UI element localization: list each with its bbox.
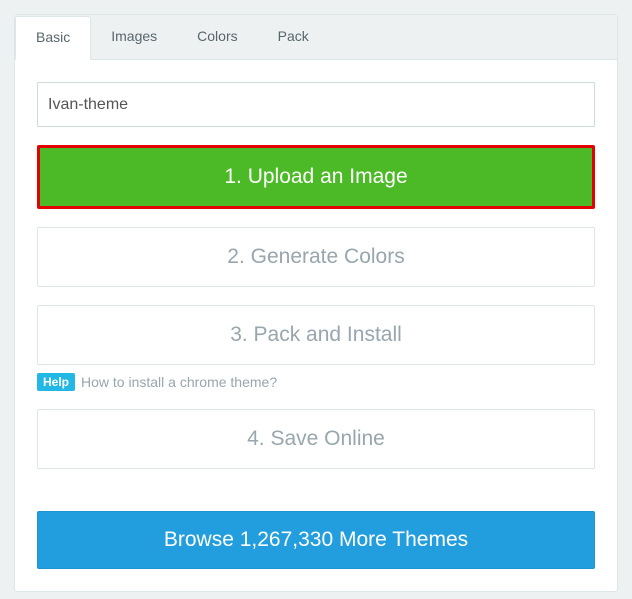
help-badge[interactable]: Help — [37, 373, 75, 391]
browse-more-themes-button[interactable]: Browse 1,267,330 More Themes — [37, 511, 595, 569]
step-upload-image-button[interactable]: 1. Upload an Image — [37, 145, 595, 209]
help-row: Help How to install a chrome theme? — [37, 373, 595, 391]
tab-bar: Basic Images Colors Pack — [15, 15, 617, 60]
tab-colors[interactable]: Colors — [177, 16, 257, 60]
step-save-online-button[interactable]: 4. Save Online — [37, 409, 595, 469]
theme-name-input[interactable] — [37, 82, 595, 127]
tab-pack[interactable]: Pack — [258, 16, 329, 60]
step-generate-colors-button[interactable]: 2. Generate Colors — [37, 227, 595, 287]
step-pack-install-button[interactable]: 3. Pack and Install — [37, 305, 595, 365]
help-text[interactable]: How to install a chrome theme? — [81, 374, 277, 390]
tab-basic[interactable]: Basic — [15, 16, 91, 60]
theme-editor-panel: Basic Images Colors Pack 1. Upload an Im… — [14, 14, 618, 592]
tab-images[interactable]: Images — [91, 16, 177, 60]
tab-content-basic: 1. Upload an Image 2. Generate Colors 3.… — [15, 60, 617, 591]
